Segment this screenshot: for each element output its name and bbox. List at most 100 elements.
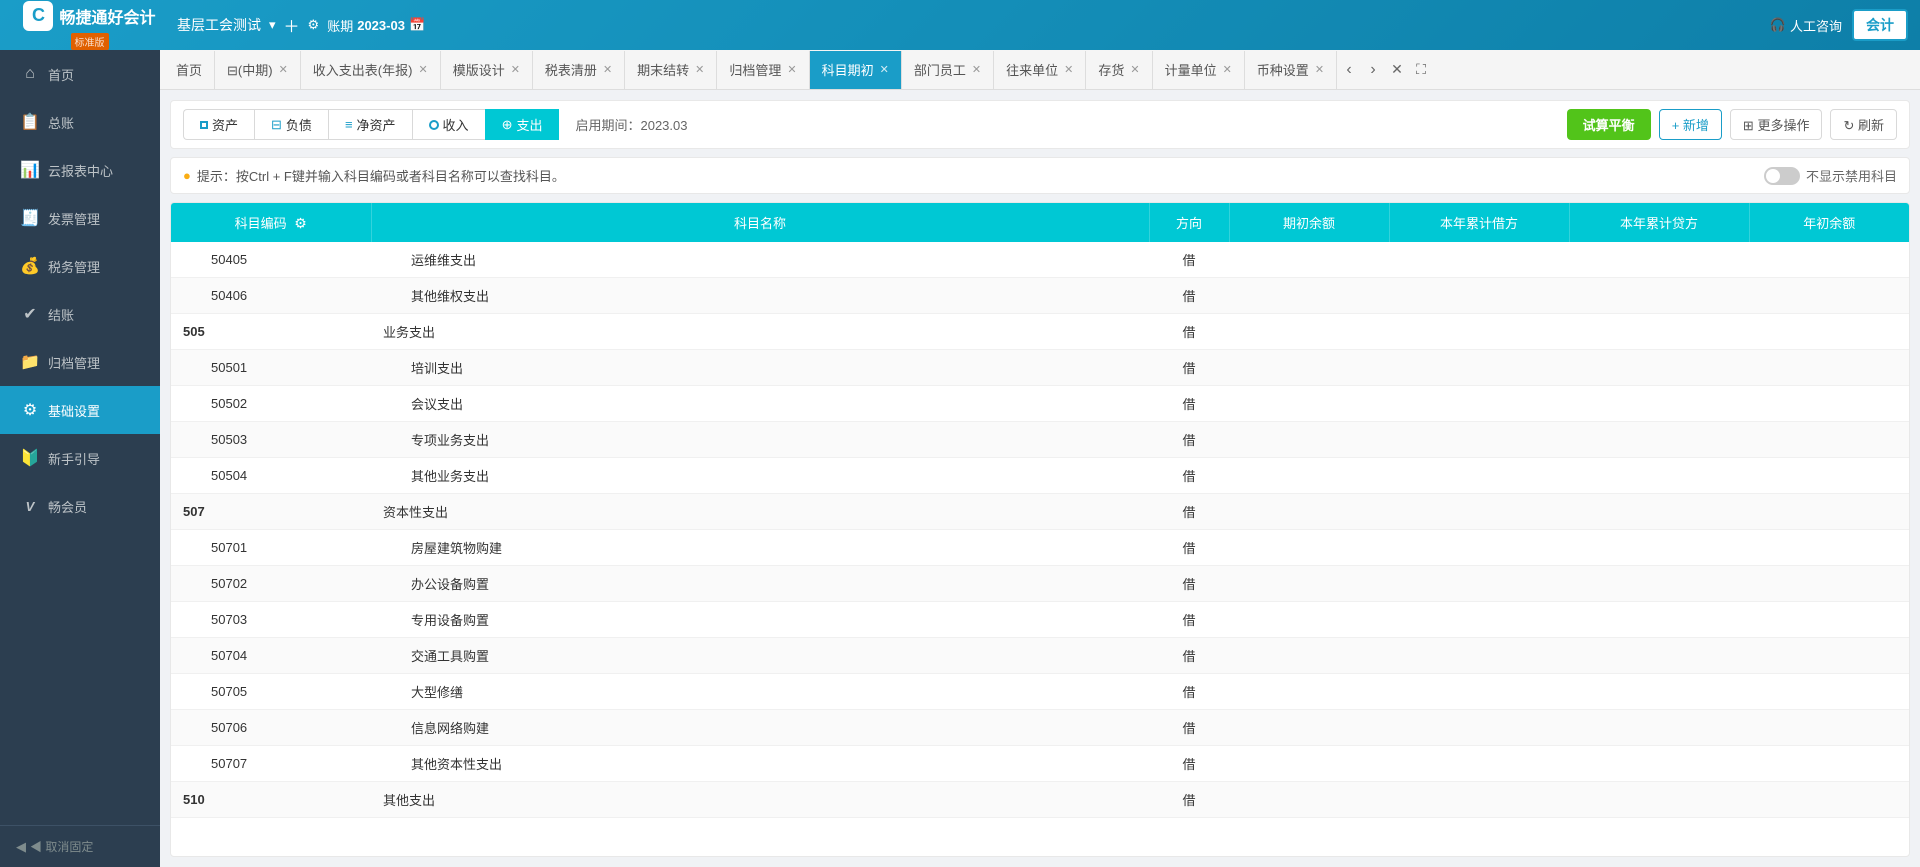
cell-name: 信息网络购建 (371, 710, 1149, 746)
info-icon: ● (183, 168, 191, 183)
sidebar-item-ledger[interactable]: 📋 总账 (0, 98, 160, 146)
table-row[interactable]: 50701 房屋建筑物购建 借 (171, 530, 1909, 566)
sidebar-item-archive[interactable]: 📁 归档管理 (0, 338, 160, 386)
tab-close-subject-period[interactable]: ✕ (880, 63, 889, 76)
tab-nav-prev[interactable]: ‹ (1337, 51, 1361, 89)
role-button[interactable]: 会计 (1852, 9, 1908, 41)
cell-year (1749, 674, 1909, 710)
table-row[interactable]: 50503 专项业务支出 借 (171, 422, 1909, 458)
more-ops-button[interactable]: ⊞ 更多操作 (1730, 109, 1823, 140)
tab-dept[interactable]: 部门员工 ✕ (902, 51, 994, 89)
tab-home[interactable]: 首页 (164, 51, 215, 89)
tab-unit[interactable]: 往来单位 ✕ (994, 51, 1086, 89)
tab-currency[interactable]: 币种设置 ✕ (1245, 51, 1337, 89)
cell-code: 50406 (171, 278, 371, 314)
tab-template[interactable]: 模版设计 ✕ (441, 51, 533, 89)
tab-tax[interactable]: 税表清册 ✕ (533, 51, 625, 89)
sidebar-item-tax[interactable]: 💰 税务管理 (0, 242, 160, 290)
disable-toggle[interactable] (1764, 167, 1800, 185)
subtab-income[interactable]: 收入 (412, 109, 485, 140)
column-settings-icon[interactable]: ⚙ (294, 215, 307, 231)
sidebar-item-settings[interactable]: ⚙ 基础设置 (0, 386, 160, 434)
cell-debit (1389, 350, 1569, 386)
add-button[interactable]: + 新增 (1659, 109, 1722, 140)
table-row[interactable]: 50501 培训支出 借 (171, 350, 1909, 386)
table-row[interactable]: 507 资本性支出 借 (171, 494, 1909, 530)
tab-close-balance-mid[interactable]: ✕ (279, 63, 288, 76)
sidebar-item-home[interactable]: ⌂ 首页 (0, 50, 160, 98)
table-row[interactable]: 50703 专用设备购置 借 (171, 602, 1909, 638)
tab-close-all[interactable]: ✕ (1385, 51, 1409, 89)
settings-icon[interactable]: ⚙ (308, 17, 320, 33)
tab-inventory[interactable]: 存货 ✕ (1086, 51, 1152, 89)
tab-close-unit-measure[interactable]: ✕ (1223, 63, 1232, 76)
subtab-net-asset[interactable]: ≡ 净资产 (328, 109, 412, 140)
tab-close-tax[interactable]: ✕ (603, 63, 612, 76)
cell-year (1749, 638, 1909, 674)
tab-close-period-end[interactable]: ✕ (695, 63, 704, 76)
cell-balance (1229, 386, 1389, 422)
cell-name: 专项业务支出 (371, 422, 1149, 458)
tab-unit-measure[interactable]: 计量单位 ✕ (1153, 51, 1245, 89)
calc-balance-button[interactable]: 试算平衡 (1567, 109, 1651, 140)
table-row[interactable]: 50702 办公设备购置 借 (171, 566, 1909, 602)
net-asset-icon: ≡ (345, 117, 353, 132)
table-row[interactable]: 50705 大型修缮 借 (171, 674, 1909, 710)
tab-close-template[interactable]: ✕ (511, 63, 520, 76)
subtab-expense[interactable]: ⊕ 支出 (485, 109, 560, 140)
sidebar-item-guide[interactable]: 🔰 新手引导 (0, 434, 160, 482)
tab-nav-next[interactable]: › (1361, 51, 1385, 89)
tab-period-end[interactable]: 期末结转 ✕ (625, 51, 717, 89)
tab-expand[interactable]: ⛶ (1409, 51, 1433, 89)
sidebar-item-invoice[interactable]: 🧾 发票管理 (0, 194, 160, 242)
tab-close-archive[interactable]: ✕ (787, 63, 796, 76)
table-row[interactable]: 50707 其他资本性支出 借 (171, 746, 1909, 782)
cell-debit (1389, 710, 1569, 746)
report-icon: 📊 (20, 160, 40, 180)
sidebar-item-close[interactable]: ✔ 结账 (0, 290, 160, 338)
tab-archive[interactable]: 归档管理 ✕ (717, 51, 809, 89)
add-icon[interactable]: ＋ (284, 13, 300, 37)
subtab-liability[interactable]: ⊟ 负债 (254, 109, 328, 140)
hint-text: 提示：按Ctrl + F键并输入科目编码或者科目名称可以查找科目。 (197, 166, 565, 185)
logo-area: C 畅捷通好会计 标准版 (12, 1, 167, 50)
table-row[interactable]: 50704 交通工具购置 借 (171, 638, 1909, 674)
cell-name: 业务支出 (371, 314, 1149, 350)
col-header-debit: 本年累计借方 (1389, 203, 1569, 242)
table-row[interactable]: 50405 运维维支出 借 (171, 242, 1909, 278)
tab-close-unit[interactable]: ✕ (1064, 63, 1073, 76)
tab-bar: 首页 ⊟(中期) ✕ 收入支出表(年报) ✕ 模版设计 ✕ 税表清册 ✕ 期末结… (160, 50, 1920, 90)
table-row[interactable]: 50406 其他维权支出 借 (171, 278, 1909, 314)
table-row[interactable]: 505 业务支出 借 (171, 314, 1909, 350)
cell-code: 505 (171, 314, 371, 350)
tab-close-inventory[interactable]: ✕ (1130, 63, 1139, 76)
cell-name: 其他业务支出 (371, 458, 1149, 494)
cell-code: 50504 (171, 458, 371, 494)
cell-dir: 借 (1149, 530, 1229, 566)
subtab-asset[interactable]: 资产 (183, 109, 254, 140)
cell-credit (1569, 494, 1749, 530)
service-button[interactable]: 🎧 人工咨询 (1770, 16, 1842, 35)
table-scroll-area[interactable]: 50405 运维维支出 借 50406 其他维权支出 借 505 业务支出 借 … (171, 242, 1909, 856)
col-header-credit: 本年累计贷方 (1569, 203, 1749, 242)
refresh-button[interactable]: ↻ 刷新 (1830, 109, 1897, 140)
tab-close-income[interactable]: ✕ (418, 63, 427, 76)
table-row[interactable]: 510 其他支出 借 (171, 782, 1909, 818)
table-row[interactable]: 50502 会议支出 借 (171, 386, 1909, 422)
cell-credit (1569, 710, 1749, 746)
cell-credit (1569, 314, 1749, 350)
tab-close-currency[interactable]: ✕ (1315, 63, 1324, 76)
table-row[interactable]: 50504 其他业务支出 借 (171, 458, 1909, 494)
cell-code: 50701 (171, 530, 371, 566)
sidebar-item-member[interactable]: V 畅会员 (0, 482, 160, 530)
cell-debit (1389, 530, 1569, 566)
tab-close-dept[interactable]: ✕ (972, 63, 981, 76)
tab-balance-mid[interactable]: ⊟(中期) ✕ (215, 51, 301, 89)
chevron-down-icon[interactable]: ▾ (269, 17, 276, 33)
table-row[interactable]: 50706 信息网络购建 借 (171, 710, 1909, 746)
tab-income[interactable]: 收入支出表(年报) ✕ (301, 51, 441, 89)
calendar-icon[interactable]: 📅 (409, 17, 425, 33)
sidebar-item-report[interactable]: 📊 云报表中心 (0, 146, 160, 194)
tab-subject-period[interactable]: 科目期初 ✕ (810, 51, 902, 89)
collapse-sidebar-button[interactable]: ◀ ◀ 取消固定 (0, 825, 160, 867)
